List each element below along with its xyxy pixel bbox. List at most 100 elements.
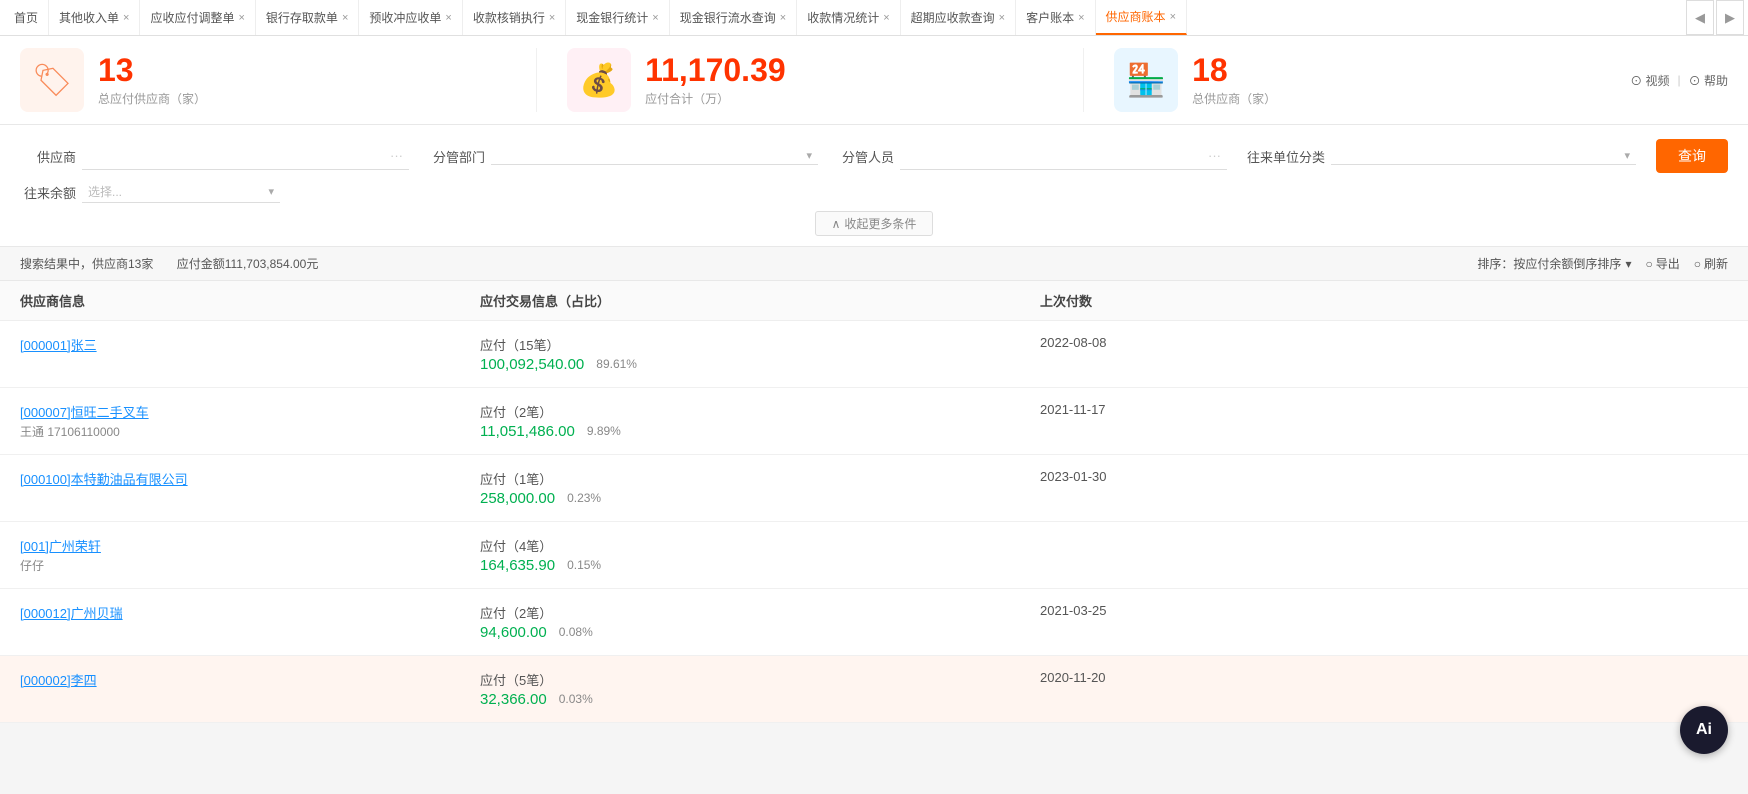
table-row-row-3: [000100]本特勤油品有限公司应付（1笔）258,000.000.23%20… <box>0 455 1748 522</box>
transaction-cell-row-2: 应付（2笔）11,051,486.009.89% <box>480 402 1040 440</box>
nav-tab-close-income[interactable]: × <box>123 12 129 24</box>
nav-tab-label-income: 其他收入单 <box>59 9 119 26</box>
query-button[interactable]: 查询 <box>1656 139 1728 173</box>
summary-number-payable-suppliers: 13 <box>98 53 206 88</box>
supplier-link-row-5[interactable]: [000012]广州贝瑞 <box>20 606 123 621</box>
refresh-icon: ○ <box>1694 257 1701 271</box>
trans-amount-row-6[interactable]: 32,366.00 <box>480 691 547 708</box>
sort-control[interactable]: 排序：按应付余额倒序排序 ▾ <box>1477 255 1631 272</box>
result-info: 搜索结果中，供应商13家 应付金额111,703,854.00元 <box>20 255 338 272</box>
nav-tab-close-cashflow[interactable]: × <box>780 12 786 24</box>
supplier-link-row-6[interactable]: [000002]李四 <box>20 673 97 688</box>
collapse-icon: ∧ <box>832 217 841 231</box>
unit-category-select[interactable]: ▾ <box>1331 147 1636 165</box>
nav-tab-close-overdue[interactable]: × <box>999 12 1005 24</box>
col-header-supplier: 供应商信息 <box>20 291 480 310</box>
nav-tab-close-adjust[interactable]: × <box>238 12 244 24</box>
supplier-cell-row-2: [000007]恒旺二手叉车王通 17106110000 <box>20 402 480 440</box>
trans-amount-row-4[interactable]: 164,635.90 <box>480 557 555 574</box>
nav-tab-cashstat[interactable]: 现金银行统计 × <box>566 0 669 35</box>
trans-amount-row-3[interactable]: 258,000.00 <box>480 490 555 507</box>
collapse-button[interactable]: ∧ 收起更多条件 <box>815 211 934 236</box>
ai-button[interactable]: Ai <box>1680 706 1728 754</box>
nav-tab-label-cashstat: 现金银行统计 <box>576 9 648 26</box>
nav-tab-label-home: 首页 <box>14 9 38 26</box>
trans-percent-row-2: 9.89% <box>587 424 621 438</box>
supplier-link-row-4[interactable]: [001]广州荣轩 <box>20 539 101 554</box>
nav-tab-overdue[interactable]: 超期应收款查询 × <box>901 0 1016 35</box>
nav-tab-close-cashstat[interactable]: × <box>652 12 658 24</box>
balance-dropdown-arrow: ▾ <box>268 185 274 198</box>
lastpay-date-row-3: 2023-01-30 <box>1040 469 1107 484</box>
trans-percent-row-3: 0.23% <box>567 491 601 505</box>
balance-select[interactable]: 选择... ▾ <box>82 181 280 203</box>
lastpay-date-row-1: 2022-08-08 <box>1040 335 1107 350</box>
lastpay-cell-row-3: 2023-01-30 <box>1040 469 1728 484</box>
dept-select[interactable]: ▾ <box>491 147 818 165</box>
balance-field: 往来余额 选择... ▾ <box>20 181 280 203</box>
person-label: 分管人员 <box>838 147 894 166</box>
result-prefix: 搜索结果中，供应商13家 <box>20 257 153 271</box>
person-dots: ··· <box>1208 148 1221 163</box>
search-row-1: 供应商 ··· 分管部门 ▾ 分管人员 ··· 往来单位分类 ▾ <box>20 139 1728 173</box>
divider: | <box>1678 73 1681 87</box>
trans-amount-row-2[interactable]: 11,051,486.00 <box>480 423 575 440</box>
supplier-cell-row-5: [000012]广州贝瑞 <box>20 603 480 622</box>
supplier-input[interactable] <box>88 144 390 167</box>
nav-tab-label-overdue: 超期应收款查询 <box>911 9 995 26</box>
nav-prev-arrow[interactable]: ◀ <box>1686 0 1714 35</box>
trans-amount-row-row-1: 100,092,540.00 89.61% <box>480 354 1040 373</box>
unit-category-arrow: ▾ <box>1624 149 1630 162</box>
summary-card-payable-amount: 💰11,170.39应付合计（万） <box>567 48 1084 112</box>
lastpay-cell-row-2: 2021-11-17 <box>1040 402 1728 417</box>
top-right-links: ⊙ 视频 | ⊙ 帮助 <box>1630 72 1728 89</box>
nav-tab-cashflow[interactable]: 现金银行流水查询× <box>670 0 797 35</box>
nav-tab-collect[interactable]: 收款核销执行× <box>463 0 566 35</box>
supplier-label: 供应商 <box>20 147 76 166</box>
transaction-cell-row-4: 应付（4笔）164,635.900.15% <box>480 536 1040 574</box>
video-link[interactable]: ⊙ 视频 <box>1630 72 1669 89</box>
nav-tab-income[interactable]: 其他收入单 × <box>49 0 140 35</box>
summary-number-payable-amount: 11,170.39 <box>645 53 786 88</box>
transaction-cell-row-5: 应付（2笔）94,600.000.08% <box>480 603 1040 641</box>
summary-icon-payable-amount: 💰 <box>567 48 631 112</box>
table-row-row-4: [001]广州荣轩仔仔应付（4笔）164,635.900.15% <box>0 522 1748 589</box>
table-row-row-2: [000007]恒旺二手叉车王通 17106110000应付（2笔）11,051… <box>0 388 1748 455</box>
table-row-row-6: [000002]李四应付（5笔）32,366.000.03%2020-11-20 <box>0 656 1748 723</box>
nav-tab-close-supplierbook[interactable]: × <box>1170 11 1176 23</box>
supplier-link-row-1[interactable]: [000001]张三 <box>20 338 97 353</box>
nav-tab-prepay[interactable]: 预收冲应收单 × <box>359 0 462 35</box>
nav-tab-close-paystat[interactable]: × <box>883 12 889 24</box>
nav-tab-label-custbook: 客户账本 <box>1026 9 1074 26</box>
summary-icon-payable-suppliers: 🏷 <box>20 48 84 112</box>
refresh-button[interactable]: ○ 刷新 <box>1694 255 1728 272</box>
supplier-link-row-3[interactable]: [000100]本特勤油品有限公司 <box>20 472 188 487</box>
table-row-row-5: [000012]广州贝瑞应付（2笔）94,600.000.08%2021-03-… <box>0 589 1748 656</box>
nav-next-arrow[interactable]: ▶ <box>1716 0 1744 35</box>
trans-amount-row-1[interactable]: 100,092,540.00 <box>480 356 584 373</box>
nav-tab-close-prepay[interactable]: × <box>445 12 451 24</box>
supplier-link-row-2[interactable]: [000007]恒旺二手叉车 <box>20 405 149 420</box>
nav-tab-custbook[interactable]: 客户账本 × <box>1016 0 1095 35</box>
nav-tab-supplierbook[interactable]: 供应商账本 × <box>1096 0 1187 35</box>
nav-tab-close-custbook[interactable]: × <box>1078 12 1084 24</box>
transaction-cell-row-1: 应付（15笔）100,092,540.0089.61% <box>480 335 1040 373</box>
nav-tab-adjust[interactable]: 应收应付调整单× <box>140 0 255 35</box>
person-input[interactable] <box>906 144 1208 167</box>
nav-tab-close-bank[interactable]: × <box>342 12 348 24</box>
lastpay-cell-row-1: 2022-08-08 <box>1040 335 1728 350</box>
dept-label: 分管部门 <box>429 147 485 166</box>
nav-tab-home[interactable]: 首页 <box>4 0 49 35</box>
nav-tab-close-collect[interactable]: × <box>549 12 555 24</box>
help-link[interactable]: ⊙ 帮助 <box>1689 72 1728 89</box>
nav-tab-label-supplierbook: 供应商账本 <box>1106 8 1166 25</box>
nav-tab-paystat[interactable]: 收款情况统计× <box>797 0 900 35</box>
trans-percent-row-1: 89.61% <box>596 357 637 371</box>
nav-tab-label-prepay: 预收冲应收单 <box>369 9 441 26</box>
person-field: 分管人员 ··· <box>838 142 1227 170</box>
summary-bar: 🏷13总应付供应商（家）💰11,170.39应付合计（万）🏪18总供应商（家） … <box>0 36 1748 125</box>
trans-amount-row-5[interactable]: 94,600.00 <box>480 624 547 641</box>
lastpay-cell-row-6: 2020-11-20 <box>1040 670 1728 685</box>
nav-tab-bank[interactable]: 银行存取款单× <box>256 0 359 35</box>
export-button[interactable]: ○ 导出 <box>1645 255 1679 272</box>
